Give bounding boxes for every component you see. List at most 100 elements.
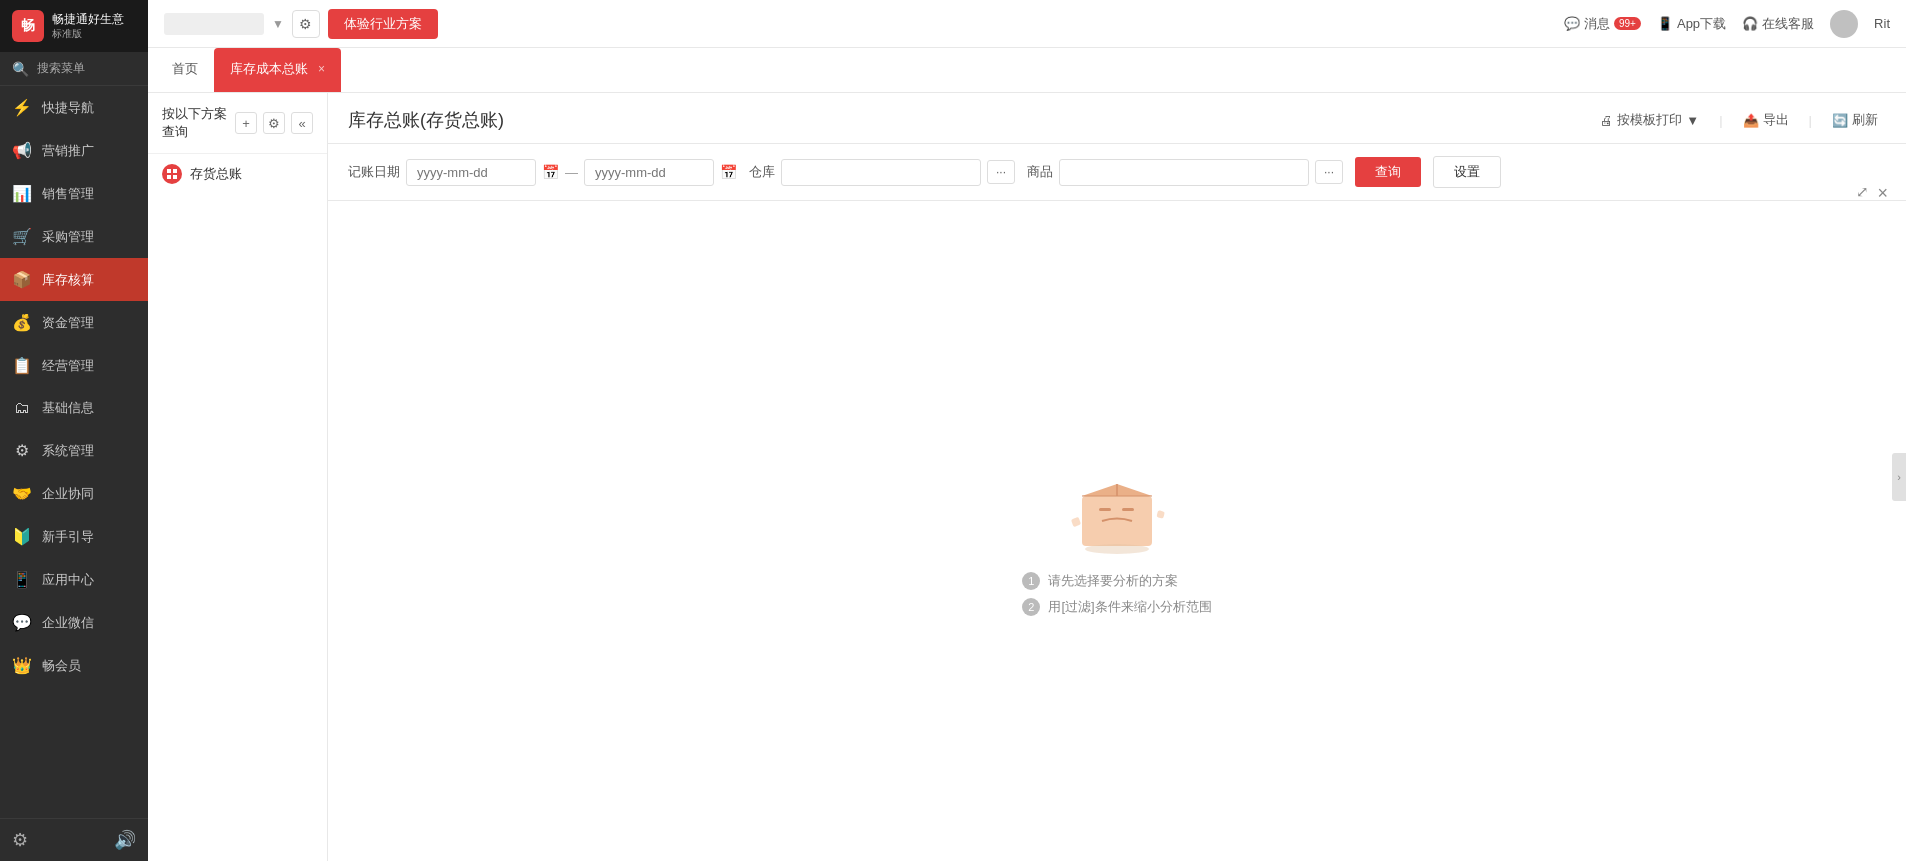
quick-nav-icon: ⚡ (12, 98, 32, 117)
filter-collapse-button[interactable]: « (291, 112, 313, 134)
topbar-settings-button[interactable]: ⚙ (292, 10, 320, 38)
sidebar-item-guide[interactable]: 🔰 新手引导 (0, 515, 148, 558)
tab-inventory-ledger[interactable]: 库存成本总账 × (214, 48, 341, 92)
sidebar-item-purchase[interactable]: 🛒 采购管理 (0, 215, 148, 258)
app-title: 畅捷通好生意 标准版 (52, 12, 124, 41)
sidebar-item-member[interactable]: 👑 畅会员 (0, 644, 148, 687)
product-field: 商品 ··· (1027, 159, 1343, 186)
filter-add-button[interactable]: + (235, 112, 257, 134)
query-button[interactable]: 查询 (1355, 157, 1421, 187)
panel-expand-icon[interactable]: ⤢ (1856, 183, 1869, 204)
refresh-icon: 🔄 (1832, 113, 1848, 128)
topbar-nav: ▼ ⚙ 体验行业方案 (164, 9, 1556, 39)
filter-settings-button[interactable]: ⚙ (263, 112, 285, 134)
svg-rect-12 (1156, 510, 1165, 519)
svg-rect-1 (173, 169, 177, 173)
svg-rect-8 (1099, 508, 1111, 511)
calendar-start-icon[interactable]: 📅 (542, 164, 559, 180)
support-icon: 🎧 (1742, 16, 1758, 31)
sidebar-item-quick-nav[interactable]: ⚡ 快捷导航 (0, 86, 148, 129)
sidebar-item-inventory[interactable]: 📦 库存核算 (0, 258, 148, 301)
page-title: 库存总账(存货总账) (348, 108, 504, 132)
online-support-button[interactable]: 🎧 在线客服 (1742, 15, 1814, 33)
sidebar-settings-btn[interactable]: ⚙ (12, 829, 28, 851)
topbar-chevron-icon[interactable]: ▼ (272, 17, 284, 31)
print-chevron-icon: ▼ (1686, 113, 1699, 128)
app-download-button[interactable]: 📱 App下载 (1657, 15, 1726, 33)
sidebar-footer: ⚙ 🔊 (0, 818, 148, 861)
purchase-icon: 🛒 (12, 227, 32, 246)
search-icon: 🔍 (12, 61, 29, 77)
username-label: Rit (1874, 16, 1890, 31)
tip-1-number: 1 (1022, 572, 1040, 590)
inventory-icon: 📦 (12, 270, 32, 289)
svg-rect-9 (1122, 508, 1134, 511)
export-button[interactable]: 📤 导出 (1735, 107, 1797, 133)
gear-icon: ⚙ (299, 16, 312, 32)
guide-icon: 🔰 (12, 527, 32, 546)
sidebar-item-enterprise[interactable]: 🤝 企业协同 (0, 472, 148, 515)
wechat-icon: 💬 (12, 613, 32, 632)
tip-2-number: 2 (1022, 598, 1040, 616)
print-button[interactable]: 🖨 按模板打印 ▼ (1592, 107, 1707, 133)
sidebar-item-wechat[interactable]: 💬 企业微信 (0, 601, 148, 644)
member-icon: 👑 (12, 656, 32, 675)
date-end-input[interactable] (584, 159, 714, 186)
download-icon: 📱 (1657, 16, 1673, 31)
basic-info-icon: 🗂 (12, 399, 32, 417)
sidebar-item-sales[interactable]: 📊 销售管理 (0, 172, 148, 215)
sidebar-speaker-btn[interactable]: 🔊 (114, 829, 136, 851)
empty-illustration (1057, 446, 1177, 556)
finance-icon: 💰 (12, 313, 32, 332)
tabbar: 首页 库存成本总账 × (148, 48, 1906, 93)
tab-home[interactable]: 首页 (156, 48, 214, 92)
sidebar-item-finance[interactable]: 💰 资金管理 (0, 301, 148, 344)
export-icon: 📤 (1743, 113, 1759, 128)
filter-item-inventory-icon (162, 164, 182, 184)
empty-tip-2: 2 用[过滤]条件来缩小分析范围 (1022, 598, 1211, 616)
system-icon: ⚙ (12, 441, 32, 460)
sidebar-item-marketing[interactable]: 📢 营销推广 (0, 129, 148, 172)
sidebar-item-basic-info[interactable]: 🗂 基础信息 (0, 387, 148, 429)
sidebar-item-system[interactable]: ⚙ 系统管理 (0, 429, 148, 472)
calendar-end-icon[interactable]: 📅 (720, 164, 737, 180)
product-more-button[interactable]: ··· (1315, 160, 1343, 184)
date-field: 记账日期 📅 — 📅 (348, 159, 737, 186)
app-center-icon: 📱 (12, 570, 32, 589)
sidebar-logo: 畅 畅捷通好生意 标准版 (0, 0, 148, 52)
empty-tip-1: 1 请先选择要分析的方案 (1022, 572, 1211, 590)
tab-close-icon[interactable]: × (318, 62, 325, 76)
content-area: 按以下方案查询 + ⚙ « (148, 93, 1906, 861)
search-bar: 记账日期 📅 — 📅 仓库 ··· 商品 ··· 查询 (328, 144, 1906, 201)
svg-rect-2 (167, 175, 171, 179)
refresh-button[interactable]: 🔄 刷新 (1824, 107, 1886, 133)
svg-rect-3 (173, 175, 177, 179)
product-input[interactable] (1059, 159, 1309, 186)
settings-button[interactable]: 设置 (1433, 156, 1501, 188)
filter-item-inventory-ledger[interactable]: 存货总账 (148, 154, 327, 194)
right-panel-collapse-button[interactable]: › (1892, 453, 1906, 501)
settings-icon: ⚙ (268, 116, 280, 131)
warehouse-input[interactable] (781, 159, 981, 186)
data-area: 1 请先选择要分析的方案 2 用[过滤]条件来缩小分析范围 (328, 201, 1906, 861)
app-logo-icon: 畅 (12, 10, 44, 42)
topbar-breadcrumb (164, 13, 264, 35)
page-header-actions: 🖨 按模板打印 ▼ | 📤 导出 | 🔄 刷新 (1592, 107, 1886, 133)
panel-close-icon[interactable]: × (1877, 183, 1888, 204)
warehouse-more-button[interactable]: ··· (987, 160, 1015, 184)
sidebar-search[interactable]: 🔍 搜索菜单 (0, 52, 148, 86)
industry-solution-button[interactable]: 体验行业方案 (328, 9, 438, 39)
topbar-right: 💬 消息 99+ 📱 App下载 🎧 在线客服 Rit (1564, 10, 1890, 38)
svg-rect-0 (167, 169, 171, 173)
sidebar-item-operations[interactable]: 📋 经营管理 (0, 344, 148, 387)
message-button[interactable]: 💬 消息 99+ (1564, 15, 1641, 33)
marketing-icon: 📢 (12, 141, 32, 160)
svg-rect-11 (1071, 517, 1081, 527)
print-icon: 🖨 (1600, 113, 1613, 128)
warehouse-field: 仓库 ··· (749, 159, 1015, 186)
enterprise-icon: 🤝 (12, 484, 32, 503)
operations-icon: 📋 (12, 356, 32, 375)
date-start-input[interactable] (406, 159, 536, 186)
main-area: ▼ ⚙ 体验行业方案 💬 消息 99+ 📱 App下载 🎧 在线客服 Rit (148, 0, 1906, 861)
sidebar-item-app-center[interactable]: 📱 应用中心 (0, 558, 148, 601)
